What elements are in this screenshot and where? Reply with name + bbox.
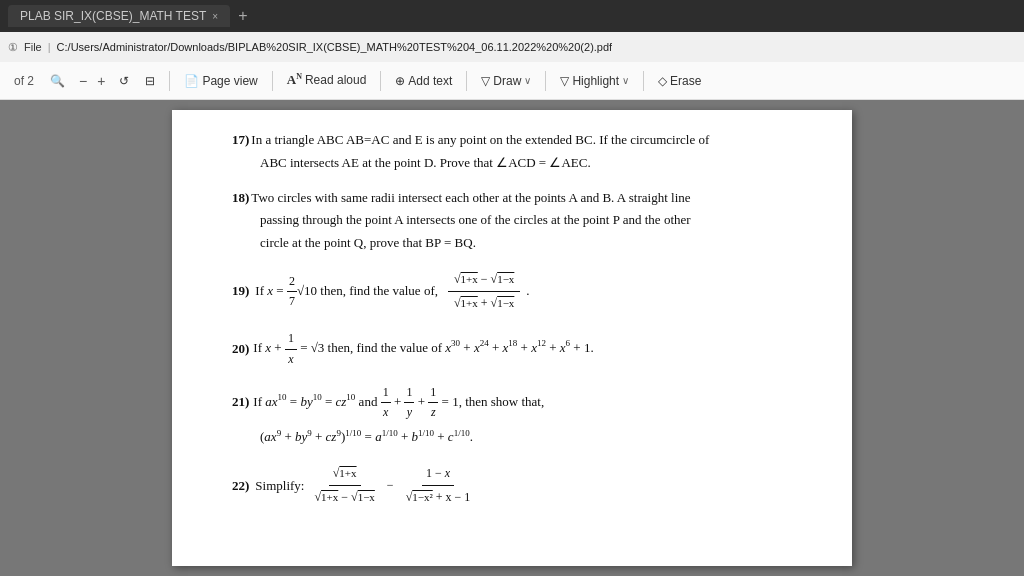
draw-button[interactable]: ▽ Draw ∨ [475,70,537,92]
fit-page-button[interactable]: ⊟ [139,70,161,92]
highlight-icon: ▽ [560,74,569,88]
erase-label: Erase [670,74,701,88]
page-view-button[interactable]: 📄 Page view [178,70,263,92]
problem-17-line2: ABC intersects AE at the point D. Prove … [232,153,812,174]
title-bar: PLAB SIR_IX(CBSE)_MATH TEST × + [0,0,1024,32]
divider-5 [545,71,546,91]
divider-3 [380,71,381,91]
divider-2 [272,71,273,91]
read-aloud-icon: AN [287,72,302,88]
highlight-button[interactable]: ▽ Highlight ∨ [554,70,635,92]
problem-17-text2: ABC intersects AE at the point D. Prove … [260,155,591,170]
tab-label: PLAB SIR_IX(CBSE)_MATH TEST [20,9,206,23]
read-aloud-label: Read aloud [305,73,366,87]
problem-17: 17) In a triangle ABC AB=AC and E is any… [232,130,812,174]
read-aloud-button[interactable]: AN Read aloud [281,68,373,92]
erase-button[interactable]: ◇ Erase [652,70,707,92]
erase-icon: ◇ [658,74,667,88]
rotate-button[interactable]: ↺ [113,70,135,92]
problem-18-text1: Two circles with same radii intersect ea… [251,188,690,209]
problem-17-line1: 17) In a triangle ABC AB=AC and E is any… [232,130,812,151]
close-tab-button[interactable]: × [212,11,218,22]
pdf-page: 17) In a triangle ABC AB=AC and E is any… [172,110,852,566]
fit-icon: ⊟ [145,74,155,88]
page-info: of 2 [8,74,40,88]
problem-22-number: 22) [232,476,249,497]
problem-21-line1: 21) If ax10 = by10 = cz10 and 1x + 1y + … [232,383,812,422]
problem-18-number: 18) [232,188,249,209]
problem-18-line1: 18) Two circles with same radii intersec… [232,188,812,209]
browser-tab[interactable]: PLAB SIR_IX(CBSE)_MATH TEST × [8,5,230,27]
draw-label: Draw [493,74,521,88]
main-content: 17) In a triangle ABC AB=AC and E is any… [0,100,1024,576]
problem-19-number: 19) [232,281,249,302]
file-icon: ① [8,41,18,54]
address-bar: ① File | C:/Users/Administrator/Download… [0,32,1024,62]
problem-19: 19) If x = 27√10 then, find the value of… [232,268,812,315]
problem-22: 22) Simplify: √1+x √1+x − √1−x − 1 − x √… [232,462,812,509]
problem-22-expr: √1+x √1+x − √1−x − 1 − x √1−x² + x − 1 [310,462,474,509]
search-icon: 🔍 [50,74,65,88]
file-label: File [24,41,42,53]
add-tab-button[interactable]: + [230,7,255,25]
zoom-minus-button[interactable]: − [75,71,91,91]
divider-1 [169,71,170,91]
problem-20-number: 20) [232,339,249,360]
problem-18: 18) Two circles with same radii intersec… [232,188,812,254]
pdf-area: 17) In a triangle ABC AB=AC and E is any… [0,100,1024,576]
problem-18-line3: circle at the point Q, prove that BP = B… [232,233,812,254]
draw-arrow-icon: ∨ [524,75,531,86]
search-button[interactable]: 🔍 [44,70,71,92]
problem-22-text: Simplify: [255,476,304,497]
problem-19-content: 19) If x = 27√10 then, find the value of… [232,268,812,315]
problem-22-content: 22) Simplify: √1+x √1+x − √1−x − 1 − x √… [232,462,812,509]
toolbar: of 2 🔍 − + ↺ ⊟ 📄 Page view AN Read aloud… [0,62,1024,100]
problem-17-text1: In a triangle ABC AB=AC and E is any poi… [251,130,709,151]
highlight-arrow-icon: ∨ [622,75,629,86]
problem-20: 20) If x + 1x = √3 then, find the value … [232,329,812,368]
page-view-icon: 📄 [184,74,199,88]
problem-21-line2: (ax9 + by9 + cz9)1/10 = a1/10 + b1/10 + … [232,426,812,448]
problem-19-period: . [526,281,529,302]
problem-18-text3: circle at the point Q, prove that BP = B… [260,235,476,250]
address-path[interactable]: C:/Users/Administrator/Downloads/BIPLAB%… [57,41,613,53]
highlight-label: Highlight [572,74,619,88]
draw-icon: ▽ [481,74,490,88]
problem-18-line2: passing through the point A intersects o… [232,210,812,231]
problem-19-fraction: √1+x − √1−x √1+x + √1−x [448,268,520,315]
add-text-icon: ⊕ [395,74,405,88]
problem-20-text: If x + 1x = √3 then, find the value of x… [253,329,593,368]
problem-21-text2: (ax9 + by9 + cz9)1/10 = a1/10 + b1/10 + … [260,429,473,444]
problem-21: 21) If ax10 = by10 = cz10 and 1x + 1y + … [232,383,812,449]
divider-6 [643,71,644,91]
add-text-button[interactable]: ⊕ Add text [389,70,458,92]
zoom-controls: − + [75,71,109,91]
zoom-plus-button[interactable]: + [93,71,109,91]
rotate-icon: ↺ [119,74,129,88]
problem-21-number: 21) [232,392,249,413]
problem-19-text: If x = 27√10 then, find the value of, [255,272,438,311]
problem-21-text1: If ax10 = by10 = cz10 and 1x + 1y + 1z =… [253,383,544,422]
page-view-label: Page view [202,74,257,88]
problem-18-text2: passing through the point A intersects o… [260,212,691,227]
divider-4 [466,71,467,91]
problem-17-number: 17) [232,130,249,151]
problem-20-content: 20) If x + 1x = √3 then, find the value … [232,329,812,368]
add-text-label: Add text [408,74,452,88]
